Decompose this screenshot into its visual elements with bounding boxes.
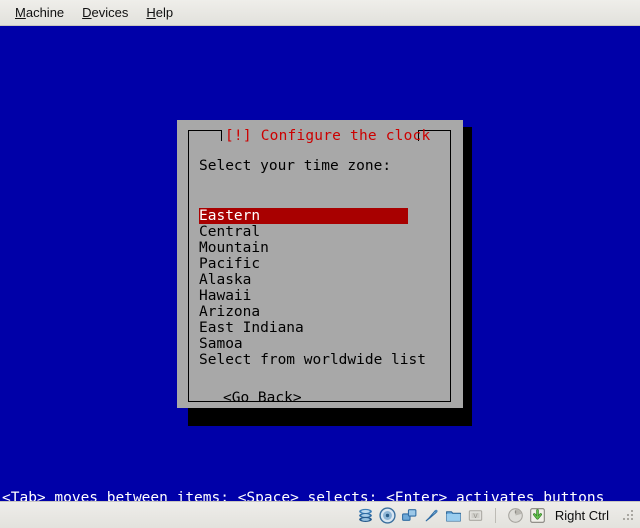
network-icon[interactable] bbox=[401, 507, 418, 524]
list-item[interactable]: Pacific bbox=[199, 256, 439, 272]
configure-clock-dialog: [!] Configure the clock Select your time… bbox=[177, 120, 463, 408]
list-item-label: Hawaii bbox=[199, 288, 252, 304]
list-item-label: Pacific bbox=[199, 256, 261, 272]
list-item[interactable]: East Indiana bbox=[199, 320, 439, 336]
dialog-prompt: Select your time zone: bbox=[199, 158, 392, 174]
dialog-title: [!] Configure the clock bbox=[225, 128, 431, 144]
list-item[interactable]: Hawaii bbox=[199, 288, 439, 304]
list-item-label: Central bbox=[199, 224, 261, 240]
list-item[interactable]: Alaska bbox=[199, 272, 439, 288]
list-item-label: East Indiana bbox=[199, 320, 304, 336]
list-item-label: Samoa bbox=[199, 336, 243, 352]
list-item-label: Arizona bbox=[199, 304, 261, 320]
list-item-label: Select from worldwide list bbox=[199, 352, 426, 368]
host-key-label: Right Ctrl bbox=[554, 507, 609, 523]
menu-machine-label: achine bbox=[25, 4, 65, 20]
dialog-frame-top-left bbox=[188, 130, 221, 131]
vm-console-screen[interactable]: [!] Configure the clock Select your time… bbox=[0, 26, 640, 501]
menu-help-mnemonic: H bbox=[146, 4, 156, 20]
host-key-icon[interactable] bbox=[529, 507, 546, 524]
menu-machine-mnemonic: M bbox=[15, 4, 26, 20]
resize-grip[interactable] bbox=[622, 509, 635, 522]
list-item-label: Alaska bbox=[199, 272, 252, 288]
menu-devices-label: evices bbox=[91, 4, 129, 20]
menu-help-label: elp bbox=[155, 4, 174, 20]
go-back-button[interactable]: <Go Back> bbox=[223, 390, 302, 406]
status-bar: V Right Ctrl bbox=[0, 501, 640, 528]
timezone-list[interactable]: Eastern Central Mountain Pacific Alaska … bbox=[199, 208, 439, 368]
dialog-title-tick-left bbox=[221, 130, 222, 141]
menu-item-devices[interactable]: Devices bbox=[73, 3, 137, 23]
video-capture-icon[interactable]: V bbox=[467, 507, 484, 524]
menu-devices-mnemonic: D bbox=[82, 4, 92, 20]
list-item-label: Mountain bbox=[199, 240, 269, 256]
list-item[interactable]: Central bbox=[199, 224, 439, 240]
list-item[interactable]: Select from worldwide list bbox=[199, 352, 439, 368]
console-help-line: <Tab> moves between items; <Space> selec… bbox=[2, 490, 605, 501]
list-item[interactable]: Samoa bbox=[199, 336, 439, 352]
status-icon-group: V Right Ctrl bbox=[357, 506, 636, 524]
menu-item-machine[interactable]: Machine bbox=[6, 3, 73, 23]
status-separator bbox=[494, 507, 496, 523]
usb-icon[interactable] bbox=[423, 507, 440, 524]
list-item-label: Eastern bbox=[199, 208, 261, 224]
list-item[interactable]: Mountain bbox=[199, 240, 439, 256]
virtualbox-window: Machine Devices Help [!] Configure the c… bbox=[0, 0, 640, 528]
list-item[interactable]: Eastern bbox=[199, 208, 408, 224]
list-item[interactable]: Arizona bbox=[199, 304, 439, 320]
dialog-frame-right bbox=[450, 130, 451, 402]
shared-folders-icon[interactable] bbox=[445, 507, 462, 524]
menu-item-help[interactable]: Help bbox=[137, 3, 182, 23]
mouse-integration-icon[interactable] bbox=[507, 507, 524, 524]
menu-bar: Machine Devices Help bbox=[0, 0, 640, 26]
hard-disk-icon[interactable] bbox=[357, 507, 374, 524]
cd-dvd-icon[interactable] bbox=[379, 506, 396, 524]
dialog-frame-left bbox=[188, 130, 189, 402]
